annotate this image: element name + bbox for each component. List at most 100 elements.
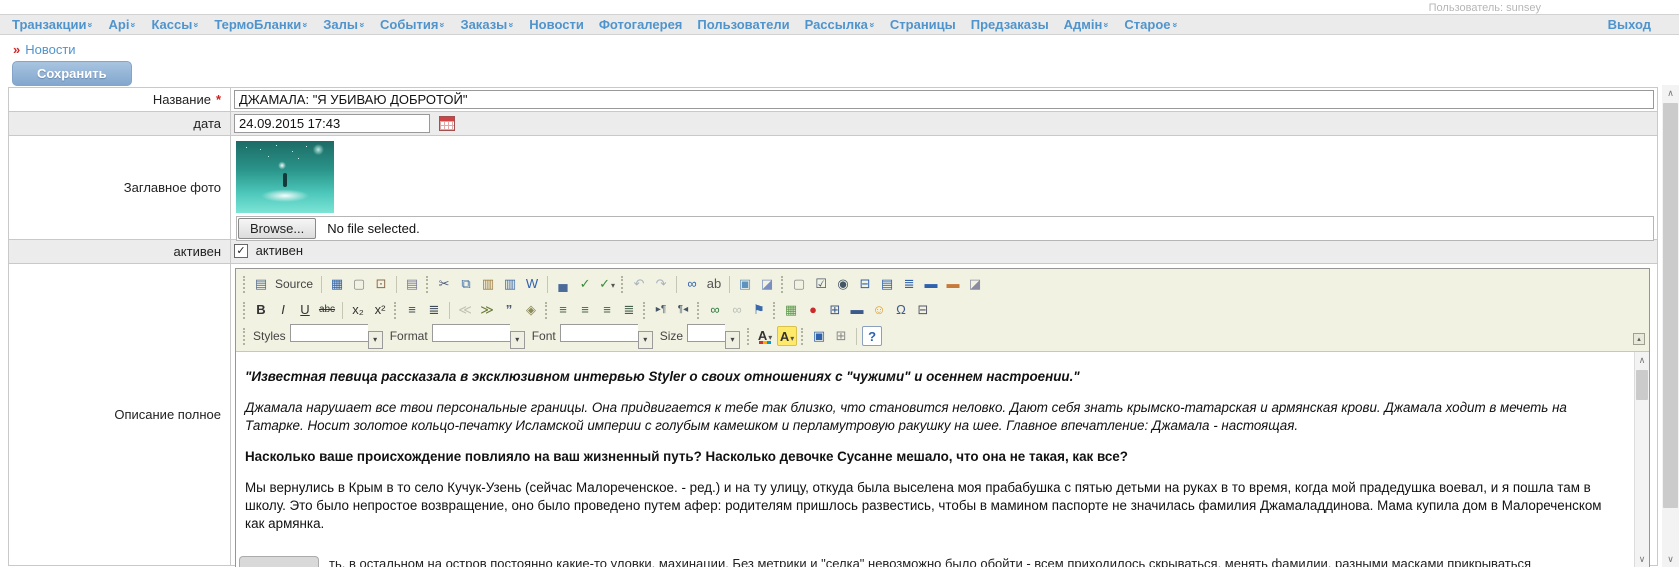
- show-blocks-icon[interactable]: ⊞: [831, 326, 851, 346]
- bidi-rtl-icon[interactable]: ¶◂: [673, 300, 693, 320]
- editor-content-text[interactable]: "Известная певица рассказала в эксклюзив…: [236, 352, 1633, 567]
- font-select-value[interactable]: [559, 323, 638, 342]
- preview-icon[interactable]: ⊡: [371, 274, 391, 294]
- maximize-icon[interactable]: ▣: [809, 326, 829, 346]
- blockquote-icon[interactable]: ”: [499, 300, 519, 320]
- cut-icon[interactable]: ✂: [434, 274, 454, 294]
- font-select-arrow-icon[interactable]: ▾: [637, 330, 653, 349]
- nav-item[interactable]: Адмін»: [1064, 17, 1112, 32]
- subscript-icon[interactable]: x₂: [348, 300, 368, 320]
- nav-item[interactable]: Старое»: [1124, 17, 1180, 32]
- superscript-icon[interactable]: x²: [370, 300, 390, 320]
- photo-file-input[interactable]: Browse... No file selected.: [236, 216, 1654, 241]
- align-left-icon[interactable]: ≡: [553, 300, 573, 320]
- calendar-icon[interactable]: [439, 116, 455, 131]
- image-button-icon[interactable]: ▬: [943, 274, 963, 294]
- replace-icon[interactable]: ab: [704, 274, 724, 294]
- radio-field-icon[interactable]: ◉: [833, 274, 853, 294]
- styles-select[interactable]: ▾: [289, 323, 387, 349]
- select-field-icon[interactable]: ≣: [899, 274, 919, 294]
- date-input[interactable]: [234, 114, 430, 133]
- nav-item[interactable]: Фотогалерея: [599, 17, 683, 32]
- size-select[interactable]: ▾: [687, 323, 744, 349]
- print-icon[interactable]: ▄: [553, 274, 573, 294]
- dropdown-arrow-icon[interactable]: ▾: [611, 281, 615, 290]
- page-scroll-up-icon[interactable]: ∧: [1662, 85, 1679, 101]
- select-all-icon[interactable]: ▣: [735, 274, 755, 294]
- format-select-value[interactable]: [431, 323, 510, 342]
- nav-item[interactable]: Кассы»: [151, 17, 201, 32]
- horizontal-rule-icon[interactable]: ▬: [847, 300, 867, 320]
- page-break-icon[interactable]: ⊟: [913, 300, 933, 320]
- editor-content-area[interactable]: "Известная певица рассказала в эксклюзив…: [236, 352, 1649, 567]
- align-center-icon[interactable]: ≡: [575, 300, 595, 320]
- bg-color-icon[interactable]: A▾: [777, 326, 798, 346]
- size-select-arrow-icon[interactable]: ▾: [725, 330, 741, 349]
- smiley-icon[interactable]: ☺: [869, 300, 889, 320]
- text-field-icon[interactable]: ⊟: [855, 274, 875, 294]
- scayt-icon[interactable]: ✓▾: [597, 274, 617, 294]
- size-select-value[interactable]: [687, 323, 726, 342]
- link-icon[interactable]: ∞: [705, 300, 725, 320]
- dropdown-arrow-icon[interactable]: ▾: [790, 334, 794, 343]
- nav-item[interactable]: Рассылка»: [805, 17, 878, 32]
- nav-item[interactable]: ТермоБланки»: [214, 17, 310, 32]
- italic-icon[interactable]: I: [273, 300, 293, 320]
- flash-icon[interactable]: ●: [803, 300, 823, 320]
- button-field-icon[interactable]: ▬: [921, 274, 941, 294]
- editor-scrollbar[interactable]: ∧ ∨: [1634, 352, 1649, 567]
- bulleted-list-icon[interactable]: ≣: [424, 300, 444, 320]
- nav-item[interactable]: Заказы»: [460, 17, 516, 32]
- bold-icon[interactable]: B: [251, 300, 271, 320]
- div-container-icon[interactable]: ◈: [521, 300, 541, 320]
- nav-item[interactable]: Страницы: [890, 17, 956, 32]
- textarea-field-icon[interactable]: ▤: [877, 274, 897, 294]
- page-scrollbar[interactable]: ∧ ∨: [1662, 85, 1679, 567]
- nav-item[interactable]: Транзакции»: [12, 17, 96, 32]
- page-scroll-thumb[interactable]: [1663, 103, 1678, 508]
- paste-word-icon[interactable]: W: [522, 274, 542, 294]
- paste-icon[interactable]: ▥: [478, 274, 498, 294]
- nav-item[interactable]: Залы»: [323, 17, 367, 32]
- text-color-icon[interactable]: A ▾: [755, 326, 775, 346]
- format-select[interactable]: ▾: [431, 323, 529, 349]
- align-right-icon[interactable]: ≡: [597, 300, 617, 320]
- strikethrough-icon[interactable]: abc: [317, 300, 337, 320]
- nav-item[interactable]: Предзаказы: [971, 17, 1049, 32]
- nav-item[interactable]: Пользователи: [697, 17, 789, 32]
- numbered-list-icon[interactable]: ≡: [402, 300, 422, 320]
- breadcrumb-link-news[interactable]: Новости: [25, 42, 75, 57]
- page-scroll-down-icon[interactable]: ∨: [1662, 551, 1679, 567]
- editor-scroll-thumb[interactable]: [1636, 370, 1648, 400]
- active-checkbox[interactable]: ✓: [234, 243, 248, 258]
- editor-scroll-up-icon[interactable]: ∧: [1635, 352, 1649, 368]
- image-icon[interactable]: ▦: [781, 300, 801, 320]
- nav-item[interactable]: События»: [380, 17, 448, 32]
- form-icon[interactable]: ▢: [789, 274, 809, 294]
- logout-link[interactable]: Выход: [1608, 17, 1651, 32]
- toolbar-collapse-button[interactable]: ▴: [1633, 333, 1645, 345]
- spellcheck-icon[interactable]: ✓: [575, 274, 595, 294]
- format-select-arrow-icon[interactable]: ▾: [509, 330, 525, 349]
- remove-format-icon[interactable]: ◪: [757, 274, 777, 294]
- save-button[interactable]: Сохранить: [12, 61, 132, 86]
- styles-select-arrow-icon[interactable]: ▾: [367, 330, 383, 349]
- checkbox-field-icon[interactable]: ☑: [811, 274, 831, 294]
- table-icon[interactable]: ⊞: [825, 300, 845, 320]
- underline-icon[interactable]: U: [295, 300, 315, 320]
- hidden-field-icon[interactable]: ◪: [965, 274, 985, 294]
- font-select[interactable]: ▾: [559, 323, 657, 349]
- copy-icon[interactable]: ⧉: [456, 274, 476, 294]
- save-icon[interactable]: ▦: [327, 274, 347, 294]
- new-page-icon[interactable]: ▢: [349, 274, 369, 294]
- special-char-icon[interactable]: Ω: [891, 300, 911, 320]
- editor-scroll-down-icon[interactable]: ∨: [1635, 551, 1649, 567]
- about-icon[interactable]: ?: [862, 326, 883, 346]
- templates-icon[interactable]: ▤: [402, 274, 422, 294]
- find-icon[interactable]: ∞: [682, 274, 702, 294]
- bidi-ltr-icon[interactable]: ▸¶: [651, 300, 671, 320]
- nav-item[interactable]: Новости: [529, 17, 584, 32]
- paste-text-icon[interactable]: ▥: [500, 274, 520, 294]
- source-icon[interactable]: ▤: [251, 274, 271, 294]
- align-justify-icon[interactable]: ≣: [619, 300, 639, 320]
